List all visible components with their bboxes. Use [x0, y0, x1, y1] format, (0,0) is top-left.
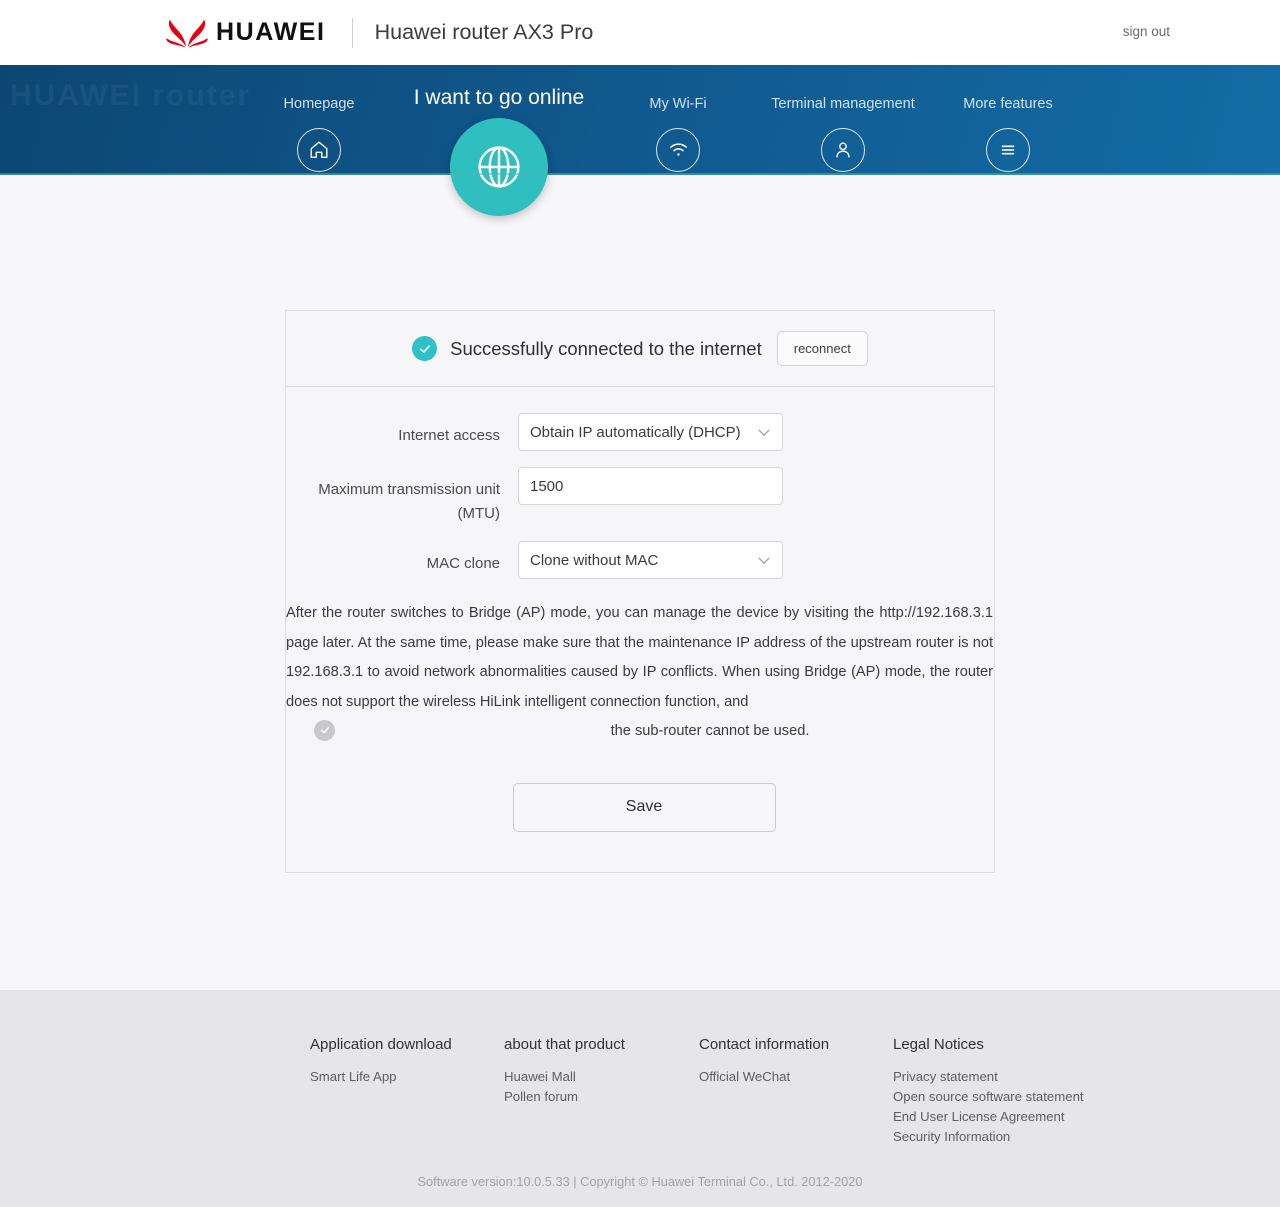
- nav-label: I want to go online: [413, 86, 585, 109]
- menu-icon: [986, 127, 1030, 172]
- footer-link[interactable]: Smart Life App: [310, 1067, 504, 1087]
- main-content: Successfully connected to the internet r…: [0, 175, 1280, 990]
- nav-item-homepage[interactable]: Homepage: [259, 97, 379, 172]
- huawei-flower-icon: [166, 19, 208, 47]
- save-row: Save: [286, 782, 994, 832]
- footer-link[interactable]: Pollen forum: [504, 1087, 699, 1107]
- nav-item-more-features[interactable]: More features: [948, 97, 1068, 172]
- footer-column-about-that-product: about that product Huawei Mall Pollen fo…: [504, 1036, 699, 1147]
- header-divider: [351, 17, 353, 48]
- status-badge: Successfully connected to the internet: [450, 337, 762, 359]
- page-title: Huawei router AX3 Pro: [374, 20, 594, 44]
- chevron-down-icon: [758, 428, 770, 436]
- reconnect-button[interactable]: reconnect: [776, 331, 868, 366]
- save-button[interactable]: Save: [512, 782, 776, 832]
- nav-item-terminal-management[interactable]: Terminal management: [763, 97, 923, 172]
- mac-clone-label: MAC clone: [426, 555, 500, 573]
- nav-label: My Wi-Fi: [649, 96, 707, 112]
- footer-link[interactable]: Security Information: [893, 1127, 1123, 1147]
- footer-link[interactable]: Official WeChat: [699, 1067, 893, 1087]
- footer-column-title: Application download: [310, 1036, 452, 1053]
- mtu-label: Maximum transmission unit (MTU): [318, 481, 500, 522]
- footer-link[interactable]: Privacy statement: [893, 1067, 1123, 1087]
- settings-form: Internet access Obtain IP automatically …: [286, 387, 994, 872]
- footer-column-application-download: Application download Smart Life App: [310, 1036, 504, 1147]
- user-icon: [821, 127, 865, 172]
- footer-column-legal-notices: Legal Notices Privacy statement Open sou…: [893, 1036, 1123, 1147]
- footer-column-title: Contact information: [699, 1036, 830, 1053]
- internet-access-select[interactable]: Obtain IP automatically (DHCP): [518, 413, 783, 451]
- nav-label: Homepage: [283, 96, 355, 112]
- brand-logo: HUAWEI: [166, 18, 326, 48]
- footer-column-title: about that product: [504, 1036, 625, 1053]
- copyright-text: Software version:10.0.5.33 | Copyright ©…: [417, 1174, 863, 1189]
- form-row-internet-access: Internet access Obtain IP automatically …: [286, 413, 994, 451]
- footer-column-title: Legal Notices: [893, 1036, 984, 1053]
- nav-item-my-wifi[interactable]: My Wi-Fi: [618, 97, 738, 172]
- wifi-icon: [656, 127, 700, 172]
- footer-columns: Application download Smart Life App abou…: [0, 990, 1280, 1147]
- nav-label: Terminal management: [771, 96, 915, 112]
- footer-column-contact-information: Contact information Official WeChat: [699, 1036, 893, 1147]
- footer-link[interactable]: End User License Agreement: [893, 1107, 1123, 1127]
- check-circle-grey-icon[interactable]: [314, 719, 335, 741]
- internet-access-label: Internet access: [398, 427, 500, 444]
- mac-clone-select[interactable]: Clone without MAC: [518, 541, 783, 580]
- form-row-mtu: Maximum transmission unit (MTU) 1500: [286, 467, 994, 525]
- internet-access-value: Obtain IP automatically (DHCP): [530, 423, 741, 441]
- bridge-mode-note-last-line: the sub-router cannot be used.: [610, 723, 810, 740]
- footer-link[interactable]: Open source software statement: [893, 1087, 1123, 1107]
- bridge-mode-note-text: After the router switches to Bridge (AP)…: [286, 605, 993, 710]
- bridge-mode-note: After the router switches to Bridge (AP)…: [286, 585, 994, 746]
- mac-clone-value: Clone without MAC: [530, 551, 659, 569]
- page-header: HUAWEI Huawei router AX3 Pro sign out: [0, 0, 1280, 65]
- internet-settings-card: Successfully connected to the internet r…: [285, 310, 995, 873]
- footer-link[interactable]: Huawei Mall: [504, 1067, 699, 1087]
- form-row-mac-clone: MAC clone Clone without MAC: [286, 541, 994, 580]
- brand-wordmark: HUAWEI: [216, 18, 326, 46]
- chevron-down-icon: [758, 557, 770, 564]
- sign-out-link[interactable]: sign out: [1123, 24, 1170, 39]
- mtu-value: 1500: [530, 477, 564, 495]
- page-footer: Application download Smart Life App abou…: [0, 990, 1280, 1207]
- nav-label: More features: [963, 96, 1053, 112]
- home-icon: [297, 127, 341, 172]
- check-circle-icon: [412, 336, 438, 361]
- main-nav: HUAWEI router Homepage I want to go onli…: [0, 65, 1280, 216]
- nav-items: Homepage I want to go online My Wi-Fi Te…: [0, 65, 1280, 216]
- mtu-input[interactable]: 1500: [518, 467, 783, 505]
- connection-status-row: Successfully connected to the internet r…: [286, 311, 994, 387]
